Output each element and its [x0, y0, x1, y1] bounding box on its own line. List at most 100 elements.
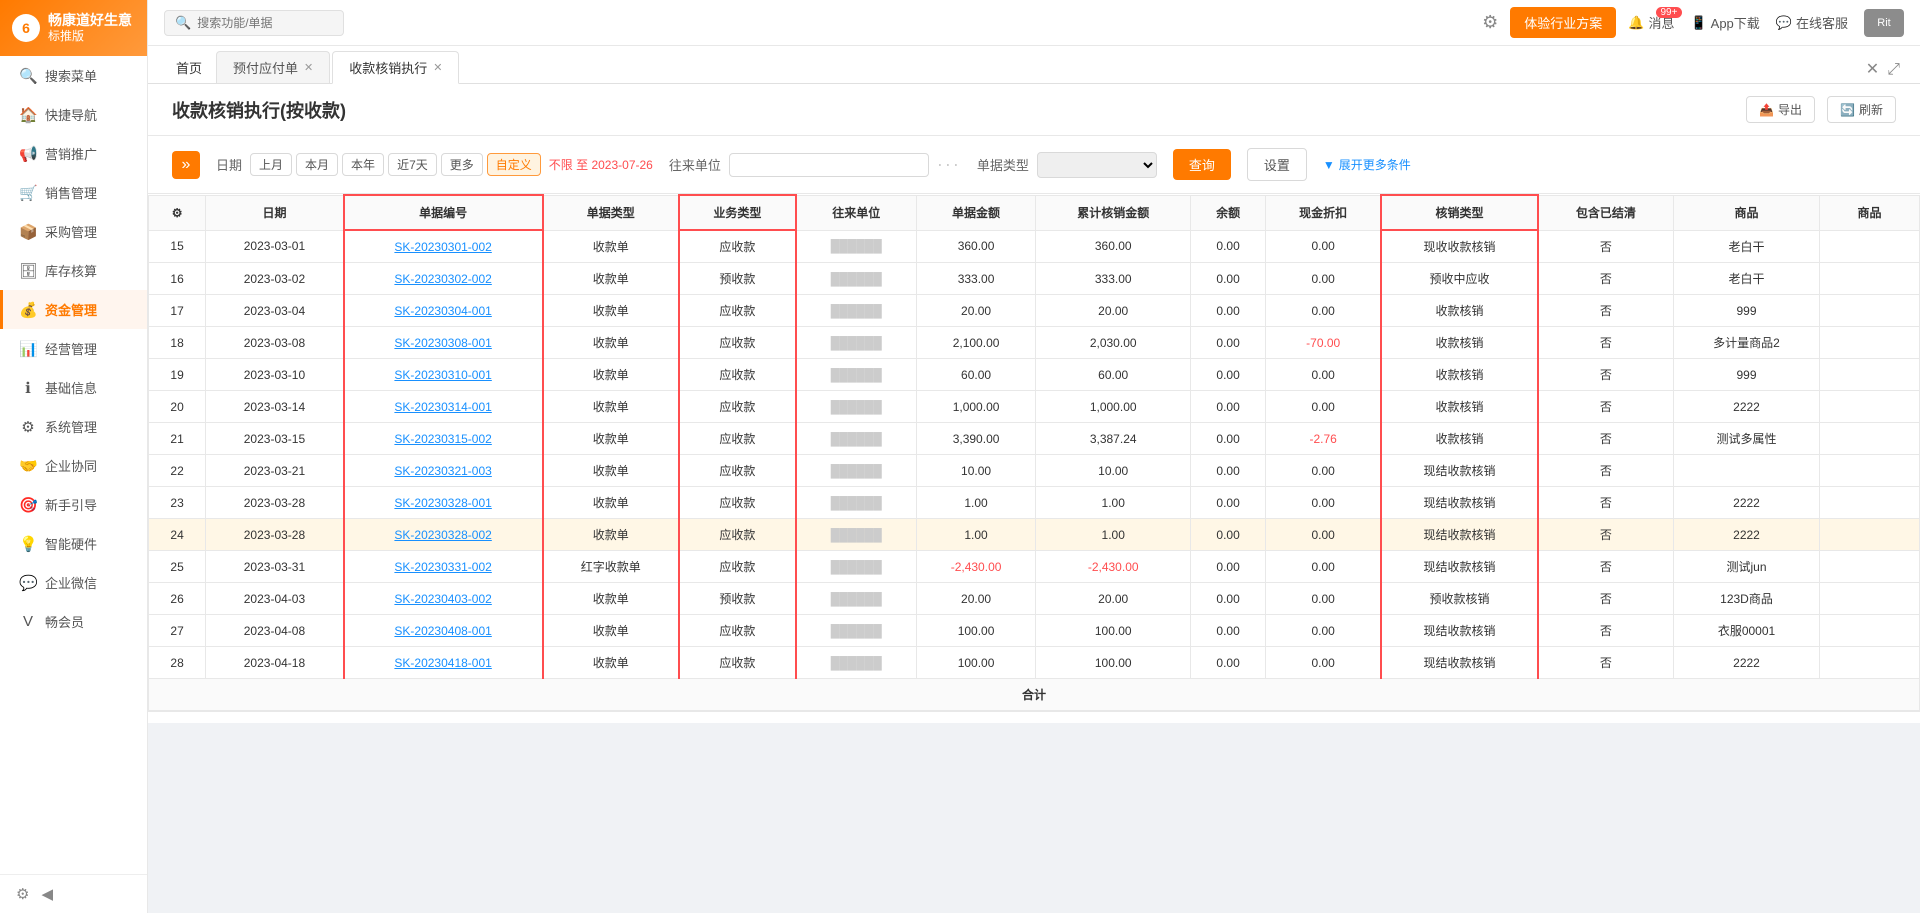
th-write-off-type: 核销类型: [1381, 195, 1538, 230]
export-button[interactable]: 📤 导出: [1746, 96, 1815, 123]
doc-no-link[interactable]: SK-20230302-002: [394, 272, 491, 286]
avatar[interactable]: Rit: [1864, 9, 1904, 37]
row-write-off-type: 收款核销: [1381, 359, 1538, 391]
row-doc-no: SK-20230304-001: [344, 295, 543, 327]
th-include-settled: 包含已结清: [1538, 195, 1674, 230]
last-month-btn[interactable]: 上月: [250, 153, 292, 176]
sidebar-logo: 6 畅康道好生意 标推版: [0, 0, 147, 56]
row-goods2: [1820, 487, 1920, 519]
row-balance: 0.00: [1191, 230, 1266, 263]
this-year-btn[interactable]: 本年: [342, 153, 384, 176]
th-amount: 单据金额: [916, 195, 1035, 230]
row-accumulated: 2,030.00: [1036, 327, 1191, 359]
filter-toggle-button[interactable]: »: [172, 151, 200, 179]
doc-no-link[interactable]: SK-20230310-001: [394, 368, 491, 382]
content-area: 收款核销执行(按收款) 📤 导出 🔄 刷新 » 日期: [148, 84, 1920, 913]
search-input[interactable]: [197, 16, 327, 30]
row-goods: 2222: [1674, 391, 1820, 423]
sidebar-item-inventory[interactable]: 🗄库存核算: [0, 251, 147, 290]
doc-no-link[interactable]: SK-20230328-002: [394, 528, 491, 542]
doc-no-link[interactable]: SK-20230308-001: [394, 336, 491, 350]
row-discount: 0.00: [1266, 583, 1382, 615]
expand-tabs-icon[interactable]: ⤢: [1883, 57, 1904, 83]
sidebar-item-wechat[interactable]: 💬企业微信: [0, 563, 147, 602]
doc-no-link[interactable]: SK-20230301-002: [394, 240, 491, 254]
row-date: 2023-04-08: [206, 615, 344, 647]
row-id: 22: [149, 455, 206, 487]
expand-filter-btn[interactable]: ▼ 展开更多条件: [1323, 156, 1411, 173]
doc-no-link[interactable]: SK-20230408-001: [394, 624, 491, 638]
doc-no-link[interactable]: SK-20230321-003: [394, 464, 491, 478]
sidebar-item-guide[interactable]: 🎯新手引导: [0, 485, 147, 524]
row-partner: ██████: [796, 583, 917, 615]
doc-no-link[interactable]: SK-20230304-001: [394, 304, 491, 318]
custom-date-btn[interactable]: 自定义: [487, 153, 541, 176]
sidebar-item-label: 采购管理: [45, 222, 97, 241]
row-doc-type: 收款单: [543, 487, 680, 519]
sidebar-item-marketing[interactable]: 📢营销推广: [0, 134, 147, 173]
settings-icon[interactable]: ⚙: [16, 885, 29, 903]
doc-type-filter-group: 单据类型 收款单 红字收款单: [977, 152, 1157, 178]
sidebar-item-purchase[interactable]: 📦采购管理: [0, 212, 147, 251]
sidebar-item-member[interactable]: V畅会员: [0, 602, 147, 641]
query-button[interactable]: 查询: [1173, 149, 1231, 180]
row-accumulated: 100.00: [1036, 647, 1191, 679]
row-goods2: [1820, 455, 1920, 487]
row-balance: 0.00: [1191, 551, 1266, 583]
sidebar-item-hardware[interactable]: 💡智能硬件: [0, 524, 147, 563]
row-date: 2023-03-28: [206, 519, 344, 551]
row-write-off-type: 收款核销: [1381, 295, 1538, 327]
search-wrap[interactable]: 🔍: [164, 10, 344, 36]
partner-input[interactable]: [729, 153, 929, 177]
doc-no-link[interactable]: SK-20230328-001: [394, 496, 491, 510]
sidebar-item-enterprise[interactable]: 🤝企业协同: [0, 446, 147, 485]
chevron-down-icon: ▼: [1323, 158, 1335, 172]
sidebar-item-finance[interactable]: 💰资金管理: [0, 290, 147, 329]
date-filter-label: 日期: [216, 155, 242, 174]
doc-no-link[interactable]: SK-20230314-001: [394, 400, 491, 414]
online-service-btn[interactable]: 💬 在线客服: [1776, 13, 1848, 32]
refresh-button[interactable]: 🔄 刷新: [1827, 96, 1896, 123]
doc-no-link[interactable]: SK-20230331-002: [394, 560, 491, 574]
guide-icon: 🎯: [19, 496, 37, 514]
th-gear[interactable]: ⚙: [149, 195, 206, 230]
row-discount: 0.00: [1266, 487, 1382, 519]
row-goods2: [1820, 519, 1920, 551]
table-row: 27 2023-04-08 SK-20230408-001 收款单 应收款 ██…: [149, 615, 1920, 647]
close-all-tabs-icon[interactable]: ✕: [1862, 55, 1883, 83]
setting-button[interactable]: 设置: [1247, 148, 1307, 181]
gear-icon[interactable]: ⚙: [1482, 12, 1498, 33]
row-amount: 333.00: [916, 263, 1035, 295]
row-include-settled: 否: [1538, 423, 1674, 455]
row-include-settled: 否: [1538, 615, 1674, 647]
sidebar-item-label: 畅会员: [45, 612, 84, 631]
row-include-settled: 否: [1538, 455, 1674, 487]
more-btn[interactable]: 更多: [441, 153, 483, 176]
collapse-icon[interactable]: ◀: [41, 885, 53, 903]
notification-btn[interactable]: 🔔 消息 99+: [1628, 13, 1674, 32]
sidebar-item-basic[interactable]: ℹ基础信息: [0, 368, 147, 407]
sidebar-item-operations[interactable]: 📊经营管理: [0, 329, 147, 368]
row-biz-type: 应收款: [679, 647, 796, 679]
doc-no-link[interactable]: SK-20230315-002: [394, 432, 491, 446]
row-doc-type: 收款单: [543, 647, 680, 679]
app-download-btn[interactable]: 📱 App下载: [1690, 13, 1759, 32]
tab-collection[interactable]: 收款核销执行✕: [332, 51, 459, 84]
tab-prepay[interactable]: 预付应付单✕: [216, 51, 330, 83]
sidebar-item-shortcut[interactable]: 🏠快捷导航: [0, 95, 147, 134]
tab-home[interactable]: 首页: [164, 52, 214, 83]
last-7-days-btn[interactable]: 近7天: [388, 153, 437, 176]
row-date: 2023-03-28: [206, 487, 344, 519]
this-month-btn[interactable]: 本月: [296, 153, 338, 176]
sidebar-item-search[interactable]: 🔍搜索菜单: [0, 56, 147, 95]
sidebar-item-label: 基础信息: [45, 378, 97, 397]
sidebar-item-sales[interactable]: 🛒销售管理: [0, 173, 147, 212]
sidebar-item-system[interactable]: ⚙系统管理: [0, 407, 147, 446]
doc-type-select[interactable]: 收款单 红字收款单: [1037, 152, 1157, 178]
doc-no-link[interactable]: SK-20230403-002: [394, 592, 491, 606]
doc-no-link[interactable]: SK-20230418-001: [394, 656, 491, 670]
tab-close-icon[interactable]: ✕: [433, 61, 442, 74]
solution-button[interactable]: 体验行业方案: [1510, 7, 1616, 38]
tab-close-icon[interactable]: ✕: [304, 61, 313, 74]
row-id: 19: [149, 359, 206, 391]
